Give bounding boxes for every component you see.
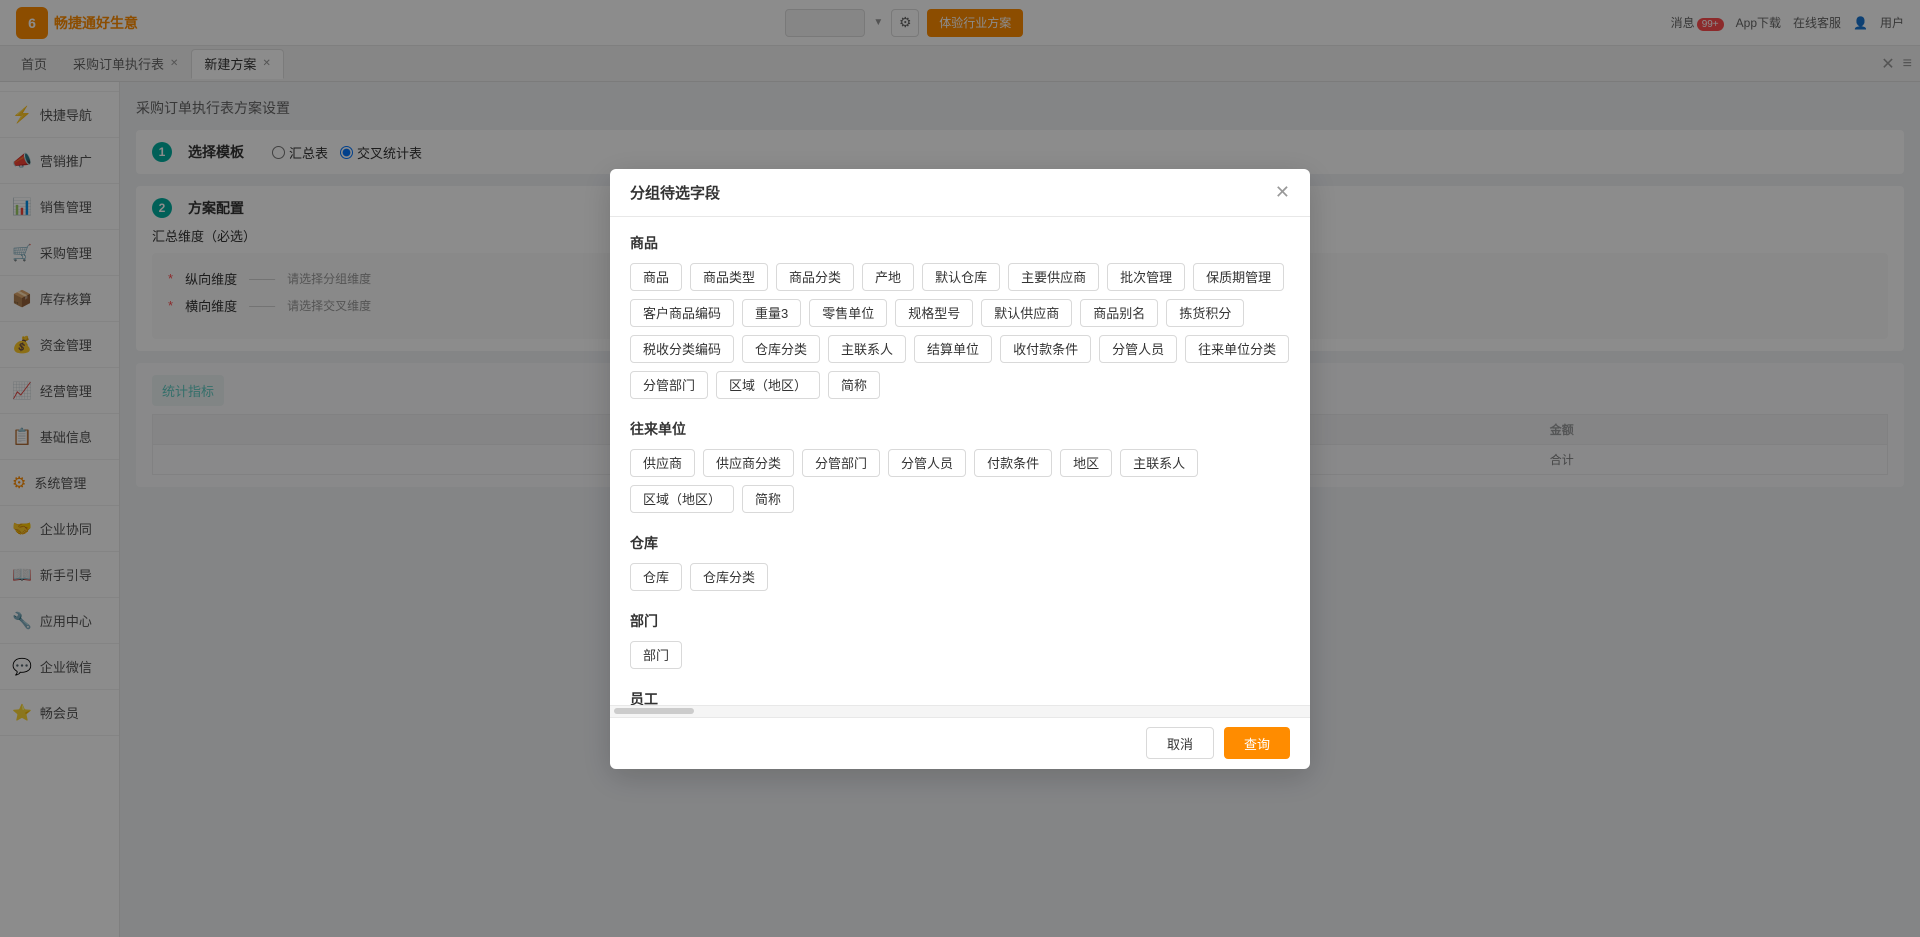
- group-employee-title: 员工: [630, 689, 1290, 705]
- group-partner-title: 往来单位: [630, 419, 1290, 439]
- chip-default-warehouse[interactable]: 默认仓库: [922, 263, 1000, 291]
- chip-payment-terms[interactable]: 收付款条件: [1000, 335, 1091, 363]
- chip-weight3[interactable]: 重量3: [742, 299, 801, 327]
- modal-header: 分组待选字段 ✕: [610, 169, 1310, 217]
- chip-supplier-category[interactable]: 供应商分类: [703, 449, 794, 477]
- cancel-button[interactable]: 取消: [1146, 727, 1214, 759]
- modal-close-button[interactable]: ✕: [1275, 182, 1290, 203]
- chip-supplier[interactable]: 供应商: [630, 449, 695, 477]
- chip-batch-management[interactable]: 批次管理: [1107, 263, 1185, 291]
- chip-product-type[interactable]: 商品类型: [690, 263, 768, 291]
- confirm-button[interactable]: 查询: [1224, 727, 1290, 759]
- chip-dept-managed[interactable]: 分管部门: [630, 371, 708, 399]
- field-group-warehouse: 仓库 仓库 仓库分类: [630, 533, 1290, 591]
- chip-spec-model[interactable]: 规格型号: [895, 299, 973, 327]
- chip-retail-unit[interactable]: 零售单位: [809, 299, 887, 327]
- modal-body: 商品 商品 商品类型 商品分类 产地 默认仓库 主要供应商 批次管理 保质期管理…: [610, 217, 1310, 705]
- chip-contact-category[interactable]: 往来单位分类: [1185, 335, 1289, 363]
- chip-payment-cond[interactable]: 付款条件: [974, 449, 1052, 477]
- field-group-department: 部门 部门: [630, 611, 1290, 669]
- chip-product[interactable]: 商品: [630, 263, 682, 291]
- chip-pick-points[interactable]: 拣货积分: [1166, 299, 1244, 327]
- scrollbar-thumb: [614, 708, 694, 714]
- chip-manager-2[interactable]: 分管人员: [888, 449, 966, 477]
- chip-short-name[interactable]: 简称: [828, 371, 880, 399]
- chip-region[interactable]: 区域（地区）: [716, 371, 820, 399]
- modal-title: 分组待选字段: [630, 182, 720, 203]
- chip-shelf-life[interactable]: 保质期管理: [1193, 263, 1284, 291]
- field-group-employee: 员工 业务员: [630, 689, 1290, 705]
- field-selection-modal: 分组待选字段 ✕ 商品 商品 商品类型 商品分类 产地 默认仓库 主要供应商 批…: [610, 169, 1310, 769]
- partner-chips: 供应商 供应商分类 分管部门 分管人员 付款条件 地区 主联系人 区域（地区） …: [630, 449, 1290, 513]
- chip-warehouse[interactable]: 仓库: [630, 563, 682, 591]
- field-group-product: 商品 商品 商品类型 商品分类 产地 默认仓库 主要供应商 批次管理 保质期管理…: [630, 233, 1290, 399]
- chip-main-contact[interactable]: 主联系人: [828, 335, 906, 363]
- product-chips: 商品 商品类型 商品分类 产地 默认仓库 主要供应商 批次管理 保质期管理 客户…: [630, 263, 1290, 399]
- chip-main-supplier[interactable]: 主要供应商: [1008, 263, 1099, 291]
- chip-manager[interactable]: 分管人员: [1099, 335, 1177, 363]
- chip-customer-code[interactable]: 客户商品编码: [630, 299, 734, 327]
- group-dept-title: 部门: [630, 611, 1290, 631]
- modal-footer: 取消 查询: [610, 717, 1310, 769]
- dept-chips: 部门: [630, 641, 1290, 669]
- chip-product-alias[interactable]: 商品别名: [1080, 299, 1158, 327]
- chip-product-category[interactable]: 商品分类: [776, 263, 854, 291]
- chip-short-name-2[interactable]: 简称: [742, 485, 794, 513]
- chip-department[interactable]: 部门: [630, 641, 682, 669]
- chip-warehouse-category-2[interactable]: 仓库分类: [690, 563, 768, 591]
- chip-default-supplier[interactable]: 默认供应商: [981, 299, 1072, 327]
- chip-tax-code[interactable]: 税收分类编码: [630, 335, 734, 363]
- chip-main-contact-2[interactable]: 主联系人: [1120, 449, 1198, 477]
- chip-area[interactable]: 地区: [1060, 449, 1112, 477]
- group-product-title: 商品: [630, 233, 1290, 253]
- chip-warehouse-category[interactable]: 仓库分类: [742, 335, 820, 363]
- field-group-partner: 往来单位 供应商 供应商分类 分管部门 分管人员 付款条件 地区 主联系人 区域…: [630, 419, 1290, 513]
- chip-settlement-unit[interactable]: 结算单位: [914, 335, 992, 363]
- modal-horizontal-scrollbar[interactable]: [610, 705, 1310, 717]
- chip-dept-managed-2[interactable]: 分管部门: [802, 449, 880, 477]
- chip-origin[interactable]: 产地: [862, 263, 914, 291]
- group-warehouse-title: 仓库: [630, 533, 1290, 553]
- warehouse-chips: 仓库 仓库分类: [630, 563, 1290, 591]
- chip-region-2[interactable]: 区域（地区）: [630, 485, 734, 513]
